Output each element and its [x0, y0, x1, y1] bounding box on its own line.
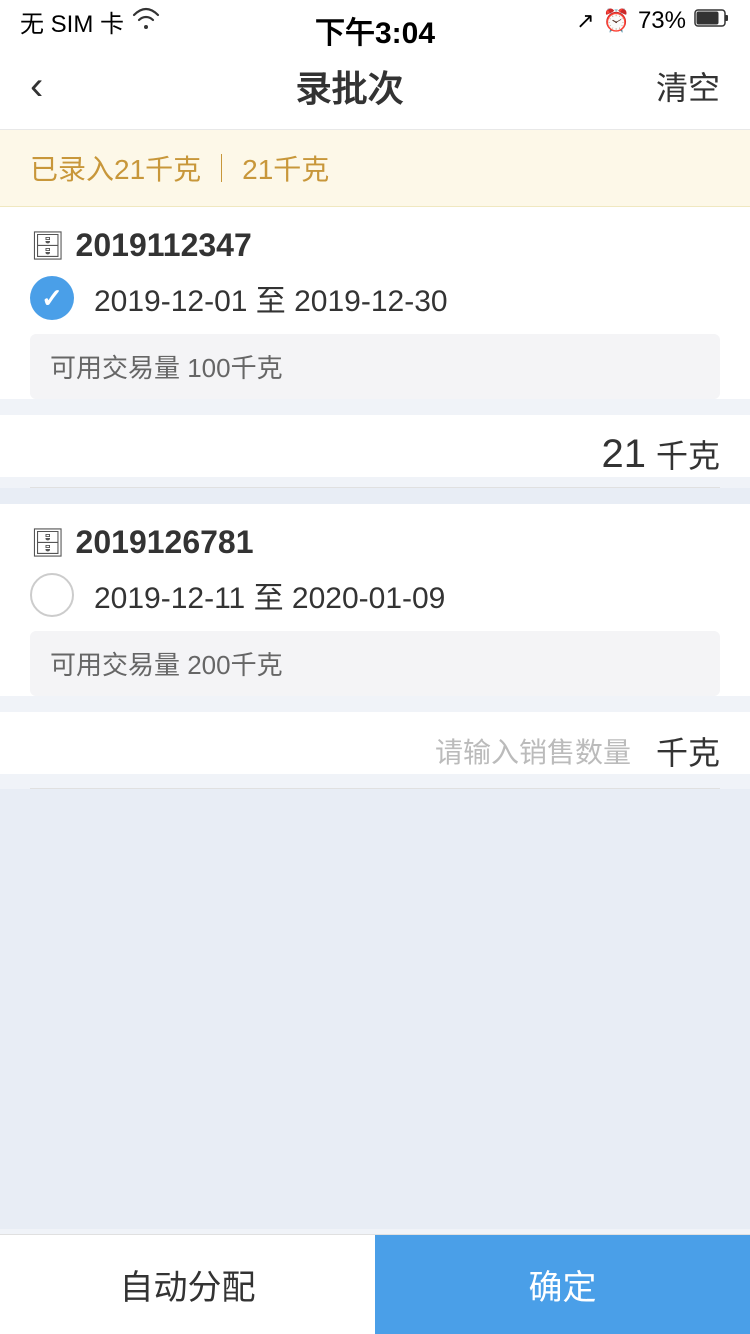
batch-2-radio[interactable]	[30, 573, 74, 617]
confirm-button[interactable]: 确定	[375, 1235, 750, 1334]
batch-1-quantity-value: 21	[601, 432, 646, 477]
page-title: 录批次	[296, 60, 404, 112]
bottom-bar: 自动分配 确定	[0, 1234, 750, 1334]
batch-2-row: 2019-12-11 至 2020-01-09	[30, 573, 720, 617]
batch-2-avail: 可用交易量 200千克	[30, 631, 720, 696]
info-label: 已录入21千克	[30, 148, 201, 188]
info-value: 21千克	[242, 148, 329, 188]
auto-distribute-button[interactable]: 自动分配	[0, 1235, 375, 1334]
batch-2-date: 2019-12-11 至 2020-01-09	[94, 573, 445, 617]
status-left: 无 SIM 卡	[20, 4, 160, 39]
nav-bar: ‹ 录批次 清空	[0, 42, 750, 130]
auto-distribute-label: 自动分配	[120, 1260, 256, 1309]
battery-text: 73%	[638, 7, 686, 35]
clear-button[interactable]: 清空	[656, 63, 720, 109]
info-banner: 已录入21千克 21千克	[0, 130, 750, 207]
confirm-label: 确定	[529, 1260, 597, 1309]
status-right: ↗ ⏰ 73%	[576, 7, 730, 35]
quantity-input[interactable]	[246, 733, 646, 770]
info-divider	[221, 154, 222, 182]
batch-1-id: 2019112347	[76, 227, 252, 264]
alarm-icon: ⏰	[603, 8, 630, 34]
batch-2-id: 2019126781	[76, 524, 254, 561]
status-bar: 无 SIM 卡 下午3:04 ↗ ⏰ 73%	[0, 0, 750, 42]
batch-1-radio[interactable]: ✓	[30, 276, 74, 320]
section-separator-1	[0, 488, 750, 504]
status-time: 下午3:04	[315, 8, 435, 52]
battery-icon	[694, 7, 730, 35]
batch-1-header: 🗄 2019112347	[30, 227, 720, 264]
wifi-icon	[132, 7, 160, 36]
batch-card-2: 🗄 2019126781 2019-12-11 至 2020-01-09 可用交…	[0, 504, 750, 696]
batch-2-icon: 🗄	[30, 526, 66, 559]
batch-1-date: 2019-12-01 至 2019-12-30	[94, 276, 448, 320]
batch-1-icon: 🗄	[30, 229, 66, 262]
input-unit: 千克	[656, 728, 720, 774]
batch-1-avail: 可用交易量 100千克	[30, 334, 720, 399]
batch-1-quantity-unit: 千克	[656, 431, 720, 477]
batch-1-quantity-row: 21 千克	[0, 415, 750, 477]
empty-area	[0, 789, 750, 1229]
batch-2-header: 🗄 2019126781	[30, 524, 720, 561]
carrier-text: 无 SIM 卡	[20, 4, 124, 39]
location-icon: ↗	[576, 8, 594, 34]
batch-1-row: ✓ 2019-12-01 至 2019-12-30	[30, 276, 720, 320]
back-button[interactable]: ‹	[30, 66, 43, 106]
batch-card-1: 🗄 2019112347 ✓ 2019-12-01 至 2019-12-30 可…	[0, 207, 750, 399]
batch-2-input-row: 千克	[0, 712, 750, 774]
check-icon: ✓	[41, 283, 63, 314]
